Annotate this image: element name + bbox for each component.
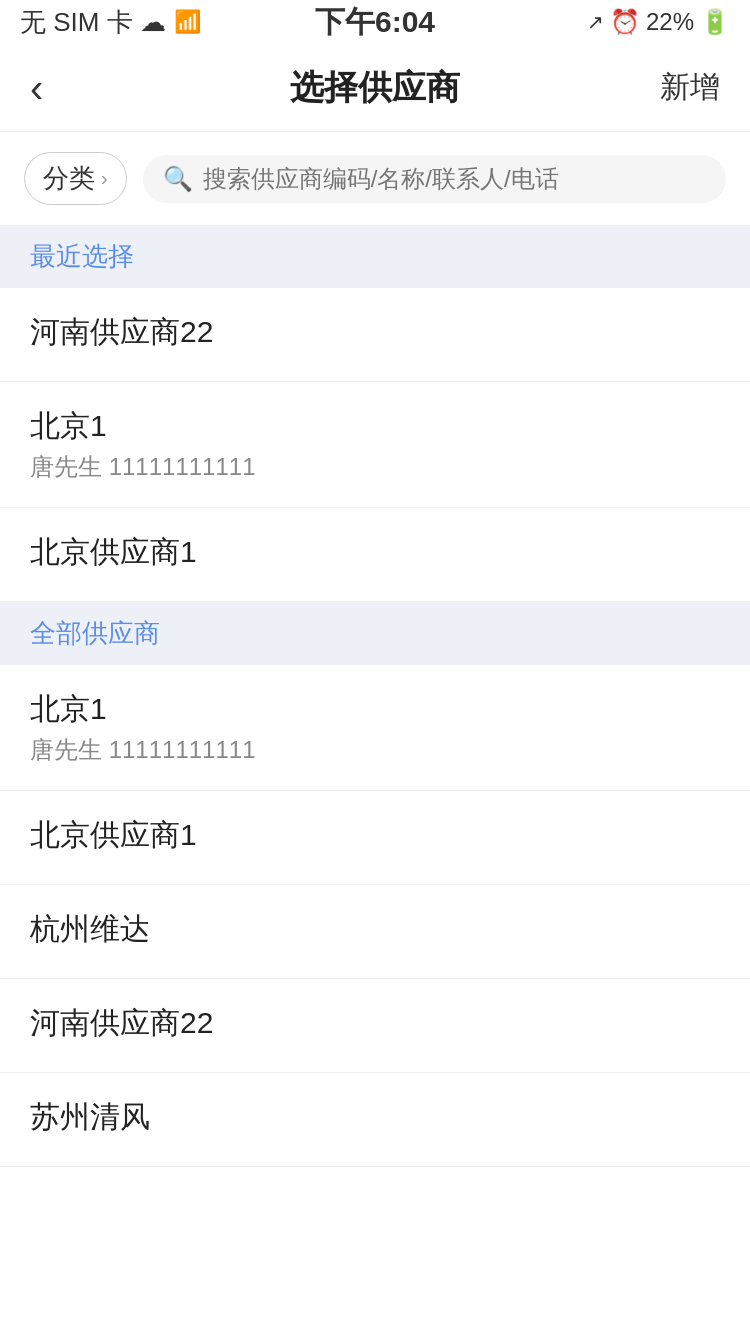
back-button[interactable]: ‹ bbox=[30, 68, 43, 108]
search-bar[interactable]: 🔍 bbox=[143, 155, 726, 203]
chevron-right-icon: › bbox=[101, 167, 108, 190]
battery-icon: 🔋 bbox=[700, 8, 730, 36]
item-name: 北京1 bbox=[30, 689, 720, 730]
no-sim-label: 无 SIM 卡 ☁ bbox=[20, 5, 166, 40]
alarm-icon: ⏰ bbox=[610, 8, 640, 36]
list-item[interactable]: 北京供应商1 bbox=[0, 508, 750, 602]
item-sub: 唐先生 11111111111 bbox=[30, 734, 720, 766]
item-name: 北京1 bbox=[30, 406, 720, 447]
location-icon: ↗ bbox=[587, 10, 604, 34]
status-left: 无 SIM 卡 ☁ 📶 bbox=[20, 5, 201, 40]
list-item[interactable]: 北京供应商1 bbox=[0, 791, 750, 885]
section-header-recent: 最近选择 bbox=[0, 225, 750, 288]
search-icon: 🔍 bbox=[163, 165, 193, 193]
item-name: 苏州清风 bbox=[30, 1097, 720, 1138]
item-name: 北京供应商1 bbox=[30, 532, 720, 573]
list-item[interactable]: 河南供应商22 bbox=[0, 288, 750, 382]
wifi-icon: 📶 bbox=[174, 9, 201, 35]
section-header-all: 全部供应商 bbox=[0, 602, 750, 665]
list-item[interactable]: 北京1 唐先生 11111111111 bbox=[0, 382, 750, 508]
filter-bar: 分类 › 🔍 bbox=[0, 132, 750, 225]
status-right: ↗ ⏰ 22% 🔋 bbox=[587, 8, 730, 36]
item-name: 河南供应商22 bbox=[30, 1003, 720, 1044]
list-item[interactable]: 杭州维达 bbox=[0, 885, 750, 979]
search-input[interactable] bbox=[203, 165, 706, 193]
page-title: 选择供应商 bbox=[290, 65, 460, 111]
item-sub: 唐先生 11111111111 bbox=[30, 451, 720, 483]
list-item[interactable]: 苏州清风 bbox=[0, 1073, 750, 1167]
category-label: 分类 bbox=[43, 161, 95, 196]
list-item[interactable]: 河南供应商22 bbox=[0, 979, 750, 1073]
battery-percent: 22% bbox=[646, 8, 694, 36]
supplier-list: 最近选择河南供应商22 北京1 唐先生 11111111111 北京供应商1 全部供应商… bbox=[0, 225, 750, 1167]
add-button[interactable]: 新增 bbox=[660, 67, 720, 108]
item-name: 河南供应商22 bbox=[30, 312, 720, 353]
list-item[interactable]: 北京1 唐先生 11111111111 bbox=[0, 665, 750, 791]
category-button[interactable]: 分类 › bbox=[24, 152, 127, 205]
item-name: 北京供应商1 bbox=[30, 815, 720, 856]
item-name: 杭州维达 bbox=[30, 909, 720, 950]
nav-bar: ‹ 选择供应商 新增 bbox=[0, 44, 750, 132]
status-time: 下午6:04 bbox=[315, 2, 435, 43]
status-bar: 无 SIM 卡 ☁ 📶 下午6:04 ↗ ⏰ 22% 🔋 bbox=[0, 0, 750, 44]
